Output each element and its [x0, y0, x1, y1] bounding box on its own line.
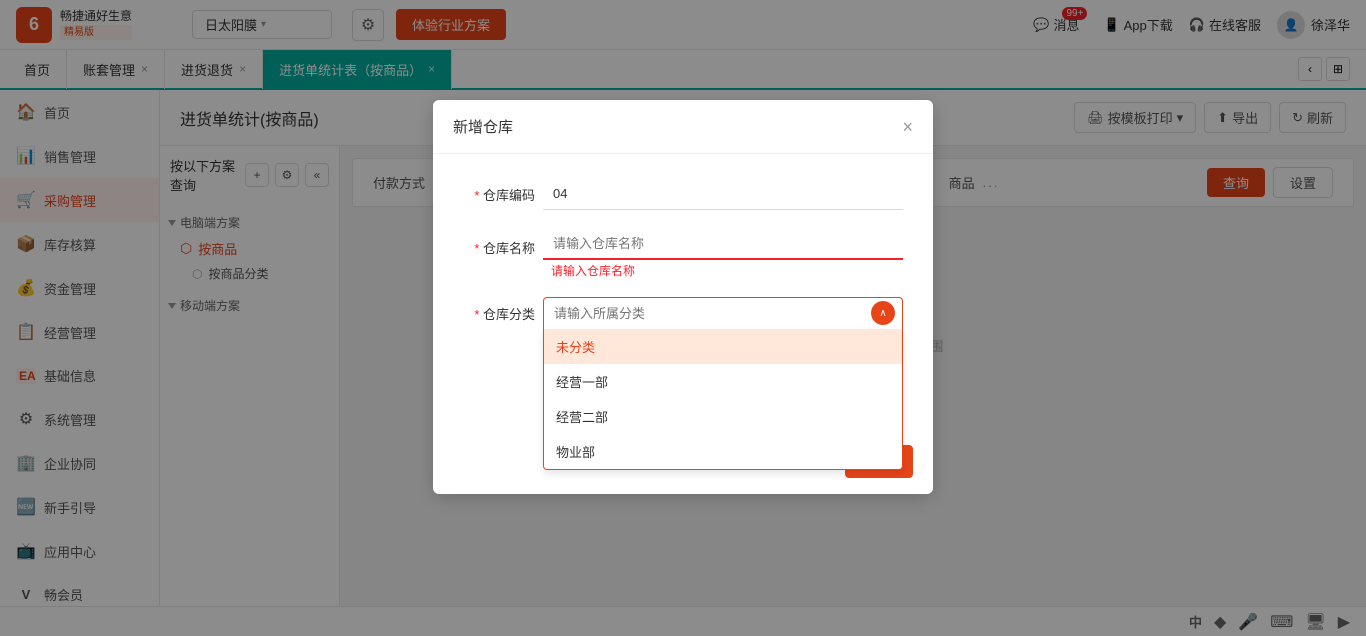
modal-title: 新增仓库 [453, 116, 513, 137]
warehouse-category-label: 仓库分类 [463, 297, 543, 323]
modal-close-btn[interactable]: × [902, 118, 913, 136]
warehouse-modal: 新增仓库 × 仓库编码 仓库名称 请输入仓库名称 仓库分类 [433, 100, 933, 494]
warehouse-code-row: 仓库编码 [463, 178, 903, 210]
dropdown-option-ops2[interactable]: 经营二部 [544, 399, 902, 434]
modal-overlay[interactable]: 新增仓库 × 仓库编码 仓库名称 请输入仓库名称 仓库分类 [0, 0, 1366, 636]
warehouse-category-input[interactable] [543, 297, 903, 329]
warehouse-code-input[interactable] [543, 178, 903, 210]
warehouse-name-row: 仓库名称 请输入仓库名称 [463, 228, 903, 279]
warehouse-name-error: 请输入仓库名称 [551, 264, 635, 278]
dropdown-option-none[interactable]: 未分类 [544, 329, 902, 364]
modal-body: 仓库编码 仓库名称 请输入仓库名称 仓库分类 ∧ [433, 154, 933, 329]
warehouse-category-row: 仓库分类 ∧ 未分类 经营一部 经营二部 物业部 [463, 297, 903, 329]
warehouse-code-label: 仓库编码 [463, 178, 543, 204]
warehouse-category-field: ∧ 未分类 经营一部 经营二部 物业部 [543, 297, 903, 329]
warehouse-name-label: 仓库名称 [463, 231, 543, 257]
dropdown-list: 未分类 经营一部 经营二部 物业部 [543, 329, 903, 470]
dropdown-arrow-icon[interactable]: ∧ [871, 301, 895, 325]
dropdown-option-ops1[interactable]: 经营一部 [544, 364, 902, 399]
warehouse-name-input[interactable] [543, 228, 903, 260]
dropdown-option-property[interactable]: 物业部 [544, 434, 902, 469]
modal-header: 新增仓库 × [433, 100, 933, 154]
